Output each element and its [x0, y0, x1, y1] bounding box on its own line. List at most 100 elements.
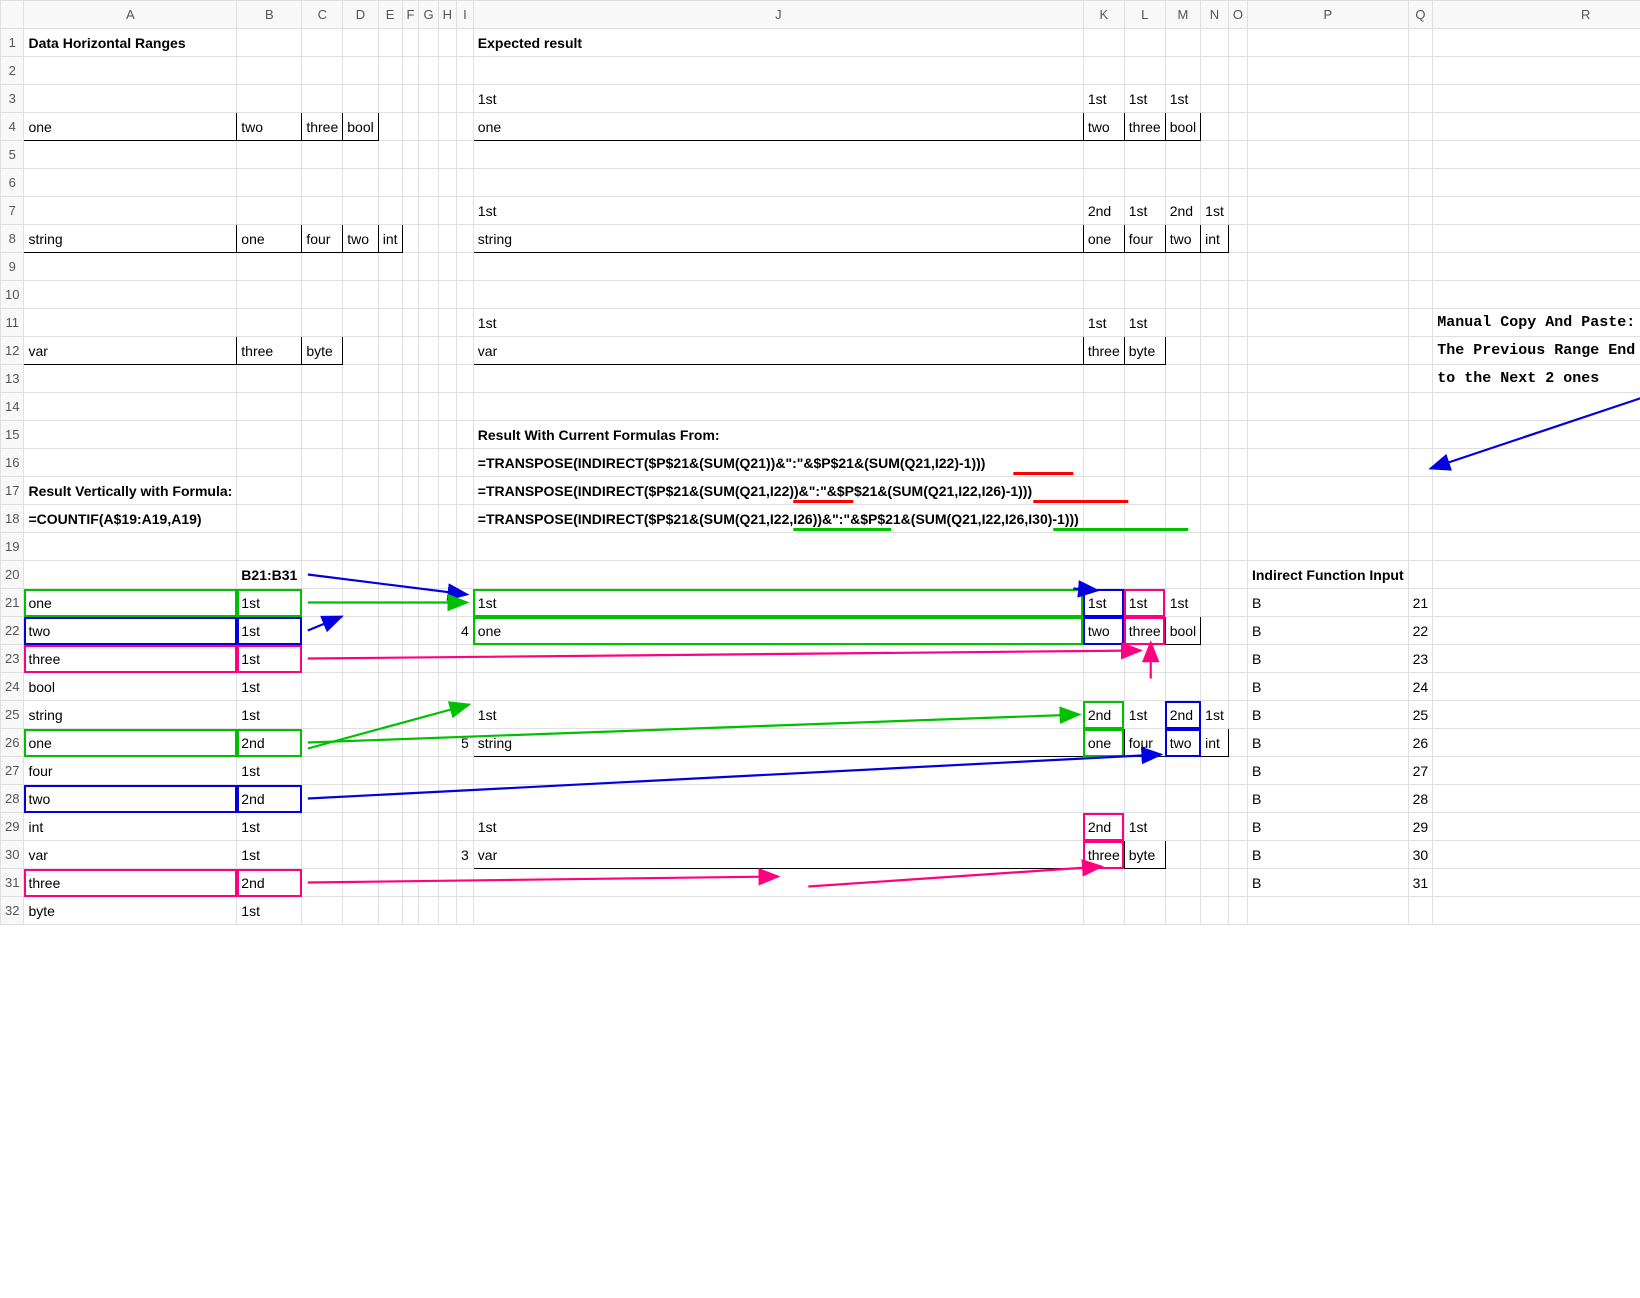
- cell-I14[interactable]: [456, 393, 473, 421]
- cell-B8[interactable]: one: [237, 225, 302, 253]
- cell-B29[interactable]: 1st: [237, 813, 302, 841]
- cell-R25[interactable]: [1433, 701, 1640, 729]
- cell-B28[interactable]: 2nd: [237, 785, 302, 813]
- cell-N21[interactable]: [1201, 589, 1229, 617]
- cell-L5[interactable]: [1124, 141, 1165, 169]
- cell-F30[interactable]: [402, 841, 419, 869]
- cell-D23[interactable]: [343, 645, 378, 673]
- cell-Q2[interactable]: [1408, 57, 1433, 85]
- row-header-14[interactable]: 14: [1, 393, 24, 421]
- cell-M32[interactable]: [1165, 897, 1200, 925]
- cell-B10[interactable]: [237, 281, 302, 309]
- cell-I19[interactable]: [456, 533, 473, 561]
- cell-J3[interactable]: 1st: [473, 85, 1083, 113]
- cell-I18[interactable]: [456, 505, 473, 533]
- cell-H30[interactable]: [438, 841, 456, 869]
- cell-G5[interactable]: [419, 141, 438, 169]
- cell-J24[interactable]: [473, 673, 1083, 701]
- cell-C14[interactable]: [302, 393, 343, 421]
- cell-K26[interactable]: one: [1083, 729, 1124, 757]
- col-Q[interactable]: Q: [1408, 1, 1433, 29]
- cell-F24[interactable]: [402, 673, 419, 701]
- cell-P28[interactable]: B: [1247, 785, 1408, 813]
- cell-D25[interactable]: [343, 701, 378, 729]
- cell-P17[interactable]: [1247, 477, 1408, 505]
- cell-C18[interactable]: [302, 505, 343, 533]
- cell-O10[interactable]: [1228, 281, 1247, 309]
- cell-H3[interactable]: [438, 85, 456, 113]
- cell-G21[interactable]: [419, 589, 438, 617]
- cell-K22[interactable]: two: [1083, 617, 1124, 645]
- cell-C15[interactable]: [302, 421, 343, 449]
- cell-R8[interactable]: [1433, 225, 1640, 253]
- cell-K32[interactable]: [1083, 897, 1124, 925]
- row-14[interactable]: 14: [1, 393, 1640, 421]
- cell-N25[interactable]: 1st: [1201, 701, 1229, 729]
- cell-G16[interactable]: [419, 449, 438, 477]
- cell-R16[interactable]: [1433, 449, 1640, 477]
- cell-P10[interactable]: [1247, 281, 1408, 309]
- cell-H20[interactable]: [438, 561, 456, 589]
- cell-L32[interactable]: [1124, 897, 1165, 925]
- cell-J20[interactable]: [473, 561, 1083, 589]
- cell-L29[interactable]: 1st: [1124, 813, 1165, 841]
- row-header-16[interactable]: 16: [1, 449, 24, 477]
- cell-D2[interactable]: [343, 57, 378, 85]
- cell-H9[interactable]: [438, 253, 456, 281]
- cell-C22[interactable]: [302, 617, 343, 645]
- cell-K20[interactable]: [1083, 561, 1124, 589]
- cell-O22[interactable]: [1228, 617, 1247, 645]
- cell-J1[interactable]: Expected result: [473, 29, 1083, 57]
- cell-G17[interactable]: [419, 477, 438, 505]
- column-headers[interactable]: A B C D E F G H I J K L M N O P Q R S: [1, 1, 1640, 29]
- cell-R5[interactable]: [1433, 141, 1640, 169]
- col-R[interactable]: R: [1433, 1, 1640, 29]
- cell-Q20[interactable]: [1408, 561, 1433, 589]
- cell-J4[interactable]: one: [473, 113, 1083, 141]
- cell-P30[interactable]: B: [1247, 841, 1408, 869]
- cell-N8[interactable]: int: [1201, 225, 1229, 253]
- cell-M9[interactable]: [1165, 253, 1200, 281]
- cell-E32[interactable]: [378, 897, 402, 925]
- row-29[interactable]: 29int1st1st2nd1stB29: [1, 813, 1640, 841]
- cell-B1[interactable]: [237, 29, 302, 57]
- cell-C16[interactable]: [302, 449, 343, 477]
- cell-R19[interactable]: [1433, 533, 1640, 561]
- col-A[interactable]: A: [24, 1, 237, 29]
- cell-N26[interactable]: int: [1201, 729, 1229, 757]
- cell-I6[interactable]: [456, 169, 473, 197]
- cell-H28[interactable]: [438, 785, 456, 813]
- cell-C32[interactable]: [302, 897, 343, 925]
- cell-H2[interactable]: [438, 57, 456, 85]
- cell-J15[interactable]: Result With Current Formulas From:: [473, 421, 1083, 449]
- cell-C31[interactable]: [302, 869, 343, 897]
- cell-E6[interactable]: [378, 169, 402, 197]
- cell-C9[interactable]: [302, 253, 343, 281]
- cell-D28[interactable]: [343, 785, 378, 813]
- cell-O24[interactable]: [1228, 673, 1247, 701]
- cell-A28[interactable]: two: [24, 785, 237, 813]
- cell-A14[interactable]: [24, 393, 237, 421]
- cell-G24[interactable]: [419, 673, 438, 701]
- cell-I21[interactable]: [456, 589, 473, 617]
- cell-P3[interactable]: [1247, 85, 1408, 113]
- cell-K6[interactable]: [1083, 169, 1124, 197]
- cell-O14[interactable]: [1228, 393, 1247, 421]
- cell-E2[interactable]: [378, 57, 402, 85]
- cell-M29[interactable]: [1165, 813, 1200, 841]
- cell-O5[interactable]: [1228, 141, 1247, 169]
- col-N[interactable]: N: [1201, 1, 1229, 29]
- cell-B15[interactable]: [237, 421, 302, 449]
- cell-O13[interactable]: [1228, 365, 1247, 393]
- cell-D8[interactable]: two: [343, 225, 378, 253]
- cell-J19[interactable]: [473, 533, 1083, 561]
- cell-O23[interactable]: [1228, 645, 1247, 673]
- cell-G32[interactable]: [419, 897, 438, 925]
- cell-G11[interactable]: [419, 309, 438, 337]
- cell-L3[interactable]: 1st: [1124, 85, 1165, 113]
- cell-J29[interactable]: 1st: [473, 813, 1083, 841]
- cell-O26[interactable]: [1228, 729, 1247, 757]
- cell-M24[interactable]: [1165, 673, 1200, 701]
- cell-P21[interactable]: B: [1247, 589, 1408, 617]
- cell-P14[interactable]: [1247, 393, 1408, 421]
